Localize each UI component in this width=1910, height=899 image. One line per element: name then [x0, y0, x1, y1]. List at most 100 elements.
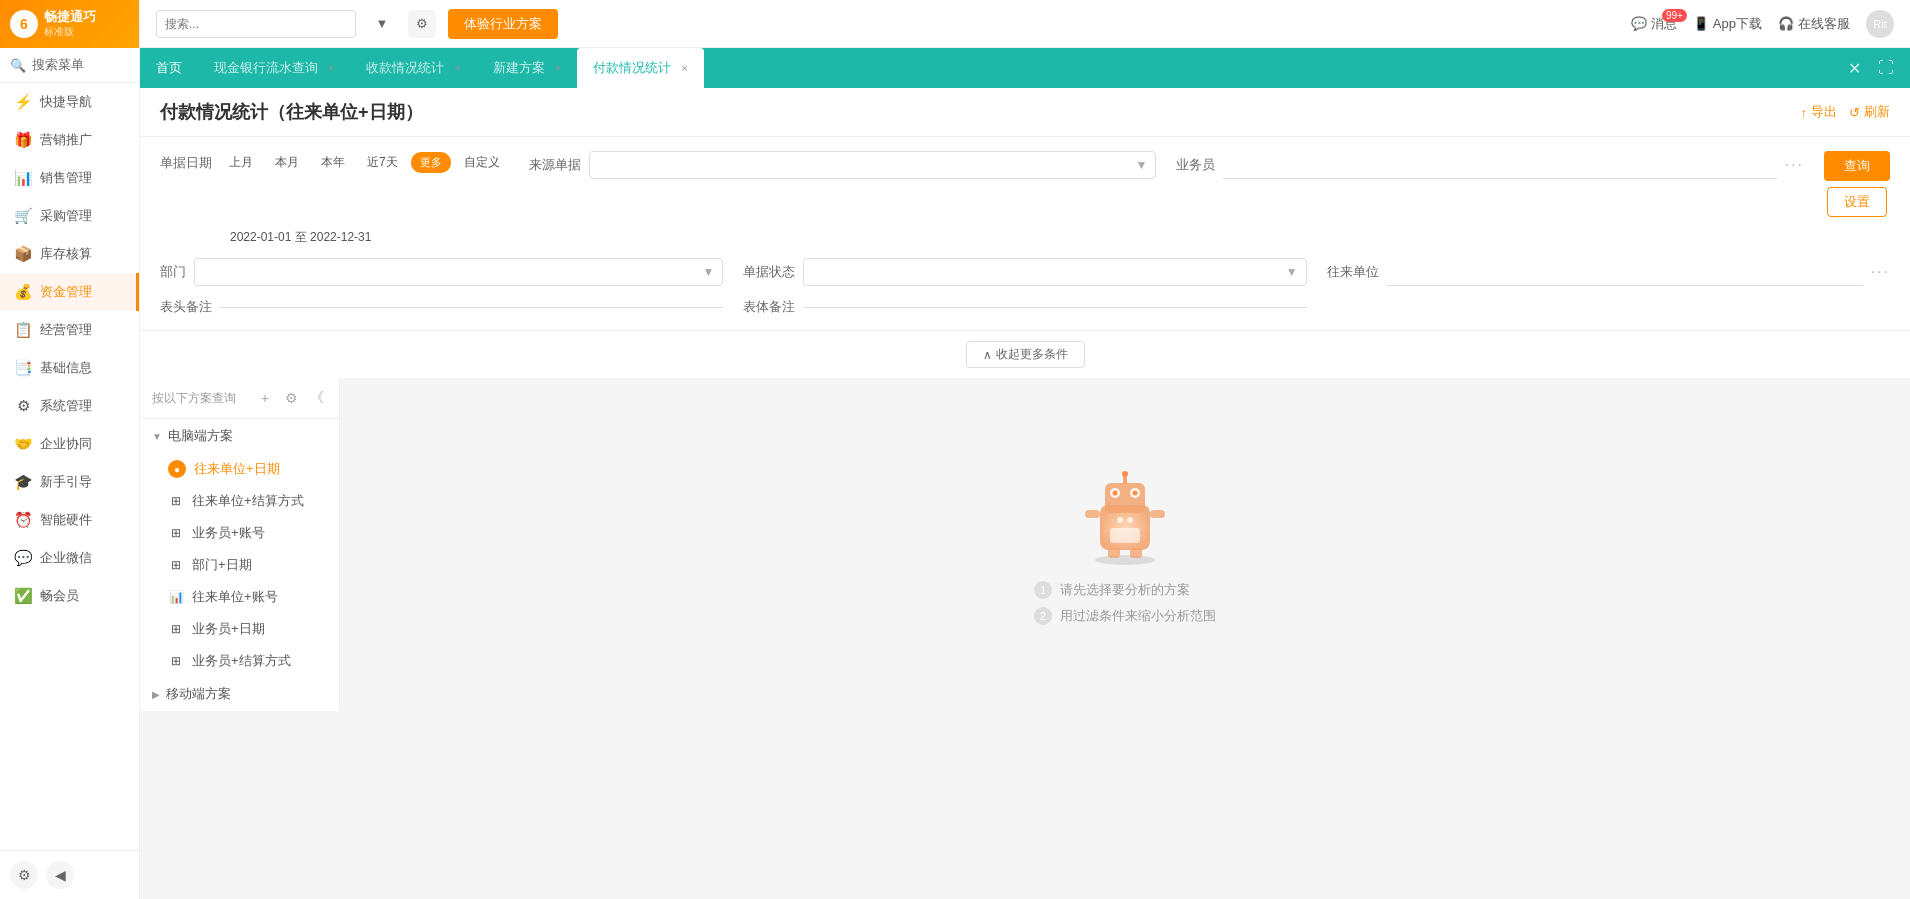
scheme-item-staff-settle[interactable]: ⊞ 业务员+结算方式	[140, 645, 339, 677]
sidebar-item-member[interactable]: ✅ 畅会员	[0, 577, 139, 615]
content-area: 按以下方案查询 + ⚙ 《 ▼ 电脑端方案 ● 往来单位+日期	[140, 378, 1910, 711]
sidebar-item-label: 企业微信	[40, 549, 92, 567]
marketing-icon: 🎁	[14, 131, 32, 149]
related-unit-input[interactable]	[1387, 258, 1863, 286]
sidebar-item-guide[interactable]: 🎓 新手引导	[0, 463, 139, 501]
scheme-item-unit-account[interactable]: 📊 往来单位+账号	[140, 581, 339, 613]
refresh-button[interactable]: ↺ 刷新	[1849, 103, 1890, 121]
date-btn-this-year[interactable]: 本年	[312, 151, 354, 174]
sidebar-item-label: 企业协同	[40, 435, 92, 453]
sidebar-item-quick-nav[interactable]: ⚡ 快捷导航	[0, 83, 139, 121]
scheme-item-staff-account[interactable]: ⊞ 业务员+账号	[140, 517, 339, 549]
collapse-more-button[interactable]: ∧ 收起更多条件	[966, 341, 1085, 368]
message-button[interactable]: 💬 消息 99+	[1631, 15, 1677, 33]
sidebar-item-label: 库存核算	[40, 245, 92, 263]
header-dropdown-button[interactable]: ▼	[368, 10, 396, 38]
tab-close-all-button[interactable]: ✕	[1842, 56, 1866, 80]
scheme-settings-button[interactable]: ⚙	[281, 388, 301, 408]
system-icon: ⚙	[14, 397, 32, 415]
tab-new-scheme-label: 新建方案	[493, 59, 545, 77]
search-icon: 🔍	[10, 58, 26, 73]
svg-rect-9	[1085, 510, 1100, 518]
date-options: 上月 本月 本年 近7天 更多 自定义	[220, 151, 509, 174]
scheme-item-icon: ⊞	[168, 653, 184, 669]
scheme-item-label: 业务员+日期	[192, 620, 265, 638]
main-area: ▼ ⚙ 体验行业方案 💬 消息 99+ 📱 App下载 🎧 在线客服 Rit	[140, 0, 1910, 899]
tab-collection-stats-close[interactable]: ×	[454, 62, 460, 74]
sidebar-item-hardware[interactable]: ⏰ 智能硬件	[0, 501, 139, 539]
tip-num-2: 2	[1034, 607, 1052, 625]
sidebar-item-wechat[interactable]: 💬 企业微信	[0, 539, 139, 577]
tab-bank-flow-label: 现金银行流水查询	[214, 59, 318, 77]
date-btn-7days[interactable]: 近7天	[358, 151, 407, 174]
date-btn-more[interactable]: 更多	[411, 152, 451, 173]
related-unit-more-button[interactable]: ···	[1871, 263, 1890, 281]
refresh-icon: ↺	[1849, 105, 1860, 120]
sidebar-item-label: 销售管理	[40, 169, 92, 187]
voucher-status-select[interactable]: ▼	[803, 258, 1306, 286]
scheme-item-staff-date[interactable]: ⊞ 业务员+日期	[140, 613, 339, 645]
scheme-item-icon: ⊞	[168, 525, 184, 541]
tab-payment-stats[interactable]: 付款情况统计 ×	[577, 48, 703, 88]
sidebar-item-finance[interactable]: 💰 资金管理	[0, 273, 139, 311]
app-icon: 📱	[1693, 16, 1709, 31]
query-button[interactable]: 查询	[1824, 151, 1890, 181]
tab-maximize-button[interactable]: ⛶	[1874, 56, 1898, 80]
scheme-add-button[interactable]: +	[255, 388, 275, 408]
user-avatar[interactable]: Rit	[1866, 10, 1894, 38]
sidebar-logo: 6	[10, 10, 38, 38]
sidebar-item-system[interactable]: ⚙ 系统管理	[0, 387, 139, 425]
inventory-icon: 📦	[14, 245, 32, 263]
tab-collection-stats[interactable]: 收款情况统计 ×	[350, 48, 476, 88]
tab-bank-flow[interactable]: 现金银行流水查询 ×	[198, 48, 350, 88]
online-service-button[interactable]: 🎧 在线客服	[1778, 15, 1850, 33]
dept-label: 部门	[160, 263, 186, 281]
scheme-item-unit-date[interactable]: ● 往来单位+日期	[140, 453, 339, 485]
scheme-item-unit-settle[interactable]: ⊞ 往来单位+结算方式	[140, 485, 339, 517]
purchase-icon: 🛒	[14, 207, 32, 225]
scheme-item-dept-date[interactable]: ⊞ 部门+日期	[140, 549, 339, 581]
sidebar-settings-button[interactable]: ⚙	[10, 861, 38, 889]
sidebar-item-enterprise[interactable]: 🤝 企业协同	[0, 425, 139, 463]
sidebar-item-inventory[interactable]: 📦 库存核算	[0, 235, 139, 273]
pc-scheme-group-header[interactable]: ▼ 电脑端方案	[140, 419, 339, 453]
search-menu[interactable]: 🔍 搜索菜单	[0, 48, 139, 83]
tab-new-scheme-close[interactable]: ×	[555, 62, 561, 74]
filter-settings-button[interactable]: 设置	[1827, 187, 1887, 217]
sidebar-header: 6 畅捷通巧 标准版	[0, 0, 139, 48]
sidebar-item-marketing[interactable]: 🎁 营销推广	[0, 121, 139, 159]
sidebar-collapse-button[interactable]: ◀	[46, 861, 74, 889]
mobile-scheme-group-header[interactable]: ▶ 移动端方案	[140, 677, 339, 711]
table-body-note-label: 表体备注	[743, 298, 795, 316]
tab-home[interactable]: 首页	[140, 48, 198, 88]
salesperson-input[interactable]	[1223, 151, 1776, 179]
app-download-button[interactable]: 📱 App下载	[1693, 15, 1762, 33]
tab-bank-flow-close[interactable]: ×	[328, 62, 334, 74]
scheme-item-icon: ⊞	[168, 621, 184, 637]
sidebar-item-operations[interactable]: 📋 经营管理	[0, 311, 139, 349]
date-btn-this-month[interactable]: 本月	[266, 151, 308, 174]
header-search-input[interactable]	[156, 10, 356, 38]
trial-industry-button[interactable]: 体验行业方案	[448, 9, 558, 39]
dept-select[interactable]: ▼	[194, 258, 723, 286]
scheme-item-label: 往来单位+结算方式	[192, 492, 304, 510]
tab-payment-stats-close[interactable]: ×	[681, 62, 687, 74]
export-button[interactable]: ↑ 导出	[1801, 103, 1838, 121]
finance-icon: 💰	[14, 283, 32, 301]
sidebar-item-sales[interactable]: 📊 销售管理	[0, 159, 139, 197]
sidebar-item-purchase[interactable]: 🛒 采购管理	[0, 197, 139, 235]
svg-point-5	[1113, 490, 1118, 495]
salesperson-more-button[interactable]: ···	[1785, 156, 1804, 174]
collapse-section: ∧ 收起更多条件	[140, 330, 1910, 378]
basic-info-icon: 📑	[14, 359, 32, 377]
date-btn-last-month[interactable]: 上月	[220, 151, 262, 174]
scheme-item-label: 业务员+账号	[192, 524, 265, 542]
sidebar-item-basic-info[interactable]: 📑 基础信息	[0, 349, 139, 387]
sidebar-item-label: 基础信息	[40, 359, 92, 377]
scheme-collapse-button[interactable]: 《	[307, 388, 327, 408]
source-select[interactable]: ▼	[589, 151, 1157, 179]
header-settings-button[interactable]: ⚙	[408, 10, 436, 38]
tab-new-scheme[interactable]: 新建方案 ×	[477, 48, 577, 88]
logo-text: 6	[20, 16, 28, 32]
date-btn-custom[interactable]: 自定义	[455, 151, 509, 174]
